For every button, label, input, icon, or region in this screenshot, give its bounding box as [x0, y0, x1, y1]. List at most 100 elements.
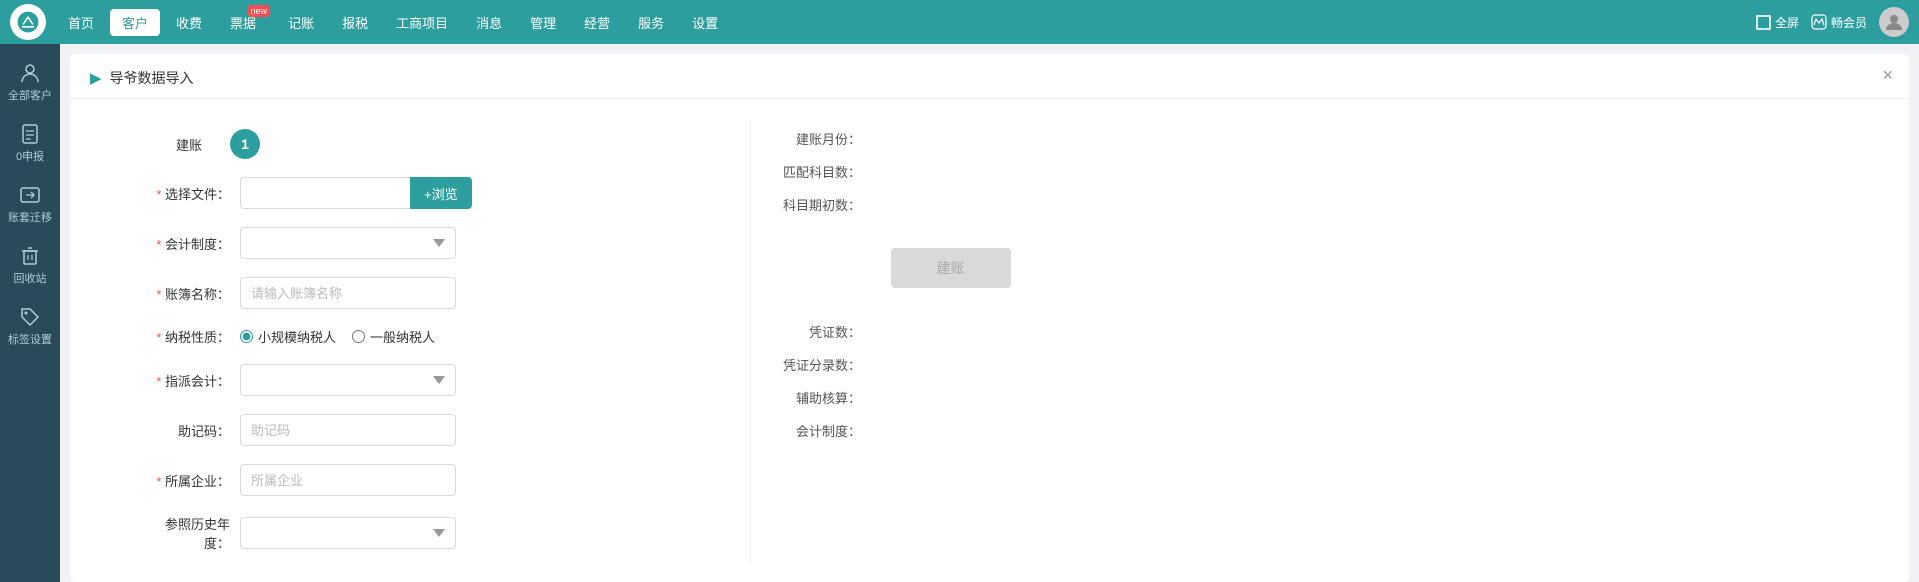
- dialog-card: ▶ 导爷数据导入 × 建账 1: [70, 54, 1909, 582]
- file-input-wrap: +浏览: [240, 177, 472, 209]
- sidebar-label-zero-report: 0申报: [16, 148, 44, 164]
- aux-accounting-label: 辅助核算：: [771, 388, 861, 407]
- step1-row: 建账 1: [150, 129, 710, 159]
- tag-icon: [19, 306, 41, 328]
- sidebar-item-all-clients[interactable]: 全部客户: [3, 54, 57, 111]
- sidebar-item-tags[interactable]: 标签设置: [3, 298, 57, 355]
- accounting-system-select[interactable]: [240, 227, 456, 259]
- nav-item-messages[interactable]: 消息: [464, 9, 514, 36]
- voucher-records-row: 凭证分录数：: [771, 355, 1130, 374]
- refer-year-row: 参照历史年度：: [150, 514, 710, 552]
- tax-radio-group: 小规模纳税人 一般纳税人: [240, 327, 435, 346]
- browse-button[interactable]: +浏览: [410, 177, 472, 209]
- sidebar-item-recycle[interactable]: 回收站: [3, 237, 57, 294]
- new-badge: new: [248, 5, 271, 17]
- build-account-button[interactable]: 建账: [891, 248, 1011, 288]
- affiliated-company-input[interactable]: [240, 464, 456, 496]
- nav-item-invoices[interactable]: 票据 new: [218, 9, 272, 36]
- voucher-records-label: 凭证分录数：: [771, 355, 861, 374]
- fullscreen-label: 全屏: [1775, 14, 1799, 31]
- logo: [10, 4, 46, 40]
- tax-radio-small-input[interactable]: [240, 330, 253, 343]
- dialog-header: ▶ 导爷数据导入 ×: [70, 54, 1909, 99]
- vip-button[interactable]: 畅会员: [1811, 14, 1867, 31]
- nav-item-tax[interactable]: 报税: [330, 9, 380, 36]
- fullscreen-button[interactable]: 全屏: [1756, 14, 1799, 31]
- avatar[interactable]: [1879, 7, 1909, 37]
- refer-year-select[interactable]: [240, 517, 456, 549]
- nav-item-management[interactable]: 管理: [518, 9, 568, 36]
- refer-year-label: 参照历史年度：: [150, 514, 230, 552]
- step1-section-label: 建账: [176, 138, 202, 153]
- sidebar-label-all-clients: 全部客户: [8, 87, 52, 103]
- subject-initial-row: 科目期初数：: [771, 195, 1130, 214]
- users-icon: [19, 62, 41, 84]
- step1-badge: 1: [230, 129, 260, 159]
- vip-label: 畅会员: [1831, 14, 1867, 31]
- nav-item-home[interactable]: 首页: [56, 9, 106, 36]
- sidebar-label-tags: 标签设置: [8, 331, 52, 347]
- info-accounting-system-row: 会计制度：: [771, 421, 1130, 440]
- memo-code-row: 助记码：: [150, 414, 710, 446]
- top-nav-right: 全屏 畅会员: [1756, 7, 1909, 37]
- nav-item-service[interactable]: 服务: [626, 9, 676, 36]
- nav-item-operations[interactable]: 经营: [572, 9, 622, 36]
- build-month-label: 建账月份：: [771, 129, 861, 148]
- sidebar-item-transfer[interactable]: 账套迁移: [3, 176, 57, 233]
- ledger-name-row: * 账簿名称：: [150, 277, 710, 309]
- main-layout: 全部客户 0申报 账套迁移 回收站: [0, 44, 1919, 582]
- affiliated-company-row: * 所属企业：: [150, 464, 710, 496]
- main-content: ▶ 导爷数据导入 × 建账 1: [60, 44, 1919, 582]
- nav-item-business-projects[interactable]: 工商项目: [384, 9, 460, 36]
- tax-radio-small-label: 小规模纳税人: [258, 327, 336, 346]
- user-avatar-icon: [1883, 11, 1905, 33]
- tax-radio-general-label: 一般纳税人: [370, 327, 435, 346]
- nav-item-clients[interactable]: 客户: [110, 9, 160, 36]
- tax-radio-general-input[interactable]: [352, 330, 365, 343]
- aux-accounting-row: 辅助核算：: [771, 388, 1130, 407]
- tax-type-label: * 纳税性质：: [150, 327, 230, 346]
- sidebar-label-recycle: 回收站: [14, 270, 47, 286]
- info-panel: 建账月份： 匹配科目数： 科目期初数： 建: [750, 119, 1150, 562]
- accounting-system-row: * 会计制度：: [150, 227, 710, 259]
- close-button[interactable]: ×: [1882, 66, 1893, 84]
- dialog-body: 建账 1 * 选择文件： +浏览: [70, 99, 1909, 582]
- select-file-row: * 选择文件： +浏览: [150, 177, 710, 209]
- file-icon: [19, 123, 41, 145]
- top-navigation: 首页 客户 收费 票据 new 记账 报税 工商项目 消息 管理 经营 服务 设…: [0, 0, 1919, 44]
- assign-accountant-row: * 指派会计：: [150, 364, 710, 396]
- assign-accountant-select[interactable]: [240, 364, 456, 396]
- info-accounting-system-label: 会计制度：: [771, 421, 861, 440]
- match-subject-row: 匹配科目数：: [771, 162, 1130, 181]
- nav-item-settings[interactable]: 设置: [680, 9, 730, 36]
- fullscreen-icon: [1756, 15, 1771, 30]
- subject-initial-label: 科目期初数：: [771, 195, 861, 214]
- import-icon: ▶: [90, 69, 102, 87]
- file-text-input[interactable]: [240, 177, 410, 209]
- accounting-system-label: * 会计制度：: [150, 234, 230, 253]
- voucher-row: 凭证数：: [771, 322, 1130, 341]
- sidebar-label-transfer: 账套迁移: [8, 209, 52, 225]
- memo-code-label: 助记码：: [150, 421, 230, 440]
- info-section: 建账月份： 匹配科目数： 科目期初数： 建: [771, 129, 1130, 440]
- nav-item-bookkeeping[interactable]: 记账: [276, 9, 326, 36]
- form-area: 建账 1 * 选择文件： +浏览: [70, 119, 750, 562]
- match-subject-label: 匹配科目数：: [771, 162, 861, 181]
- select-file-label: * 选择文件：: [150, 184, 230, 203]
- voucher-label: 凭证数：: [771, 322, 861, 341]
- ledger-name-label: * 账簿名称：: [150, 284, 230, 303]
- nav-item-fees[interactable]: 收费: [164, 9, 214, 36]
- build-month-row: 建账月份：: [771, 129, 1130, 148]
- ledger-name-input[interactable]: [240, 277, 456, 309]
- sidebar-item-zero-report[interactable]: 0申报: [3, 115, 57, 172]
- tax-type-row: * 纳税性质： 小规模纳税人 一般纳税人: [150, 327, 710, 346]
- transfer-icon: [19, 184, 41, 206]
- tax-radio-general[interactable]: 一般纳税人: [352, 327, 435, 346]
- trash-icon: [19, 245, 41, 267]
- sidebar: 全部客户 0申报 账套迁移 回收站: [0, 44, 60, 582]
- dialog-title: 导爷数据导入: [110, 68, 194, 88]
- vip-icon: [1811, 14, 1827, 30]
- tax-radio-small[interactable]: 小规模纳税人: [240, 327, 336, 346]
- assign-accountant-label: * 指派会计：: [150, 371, 230, 390]
- memo-code-input[interactable]: [240, 414, 456, 446]
